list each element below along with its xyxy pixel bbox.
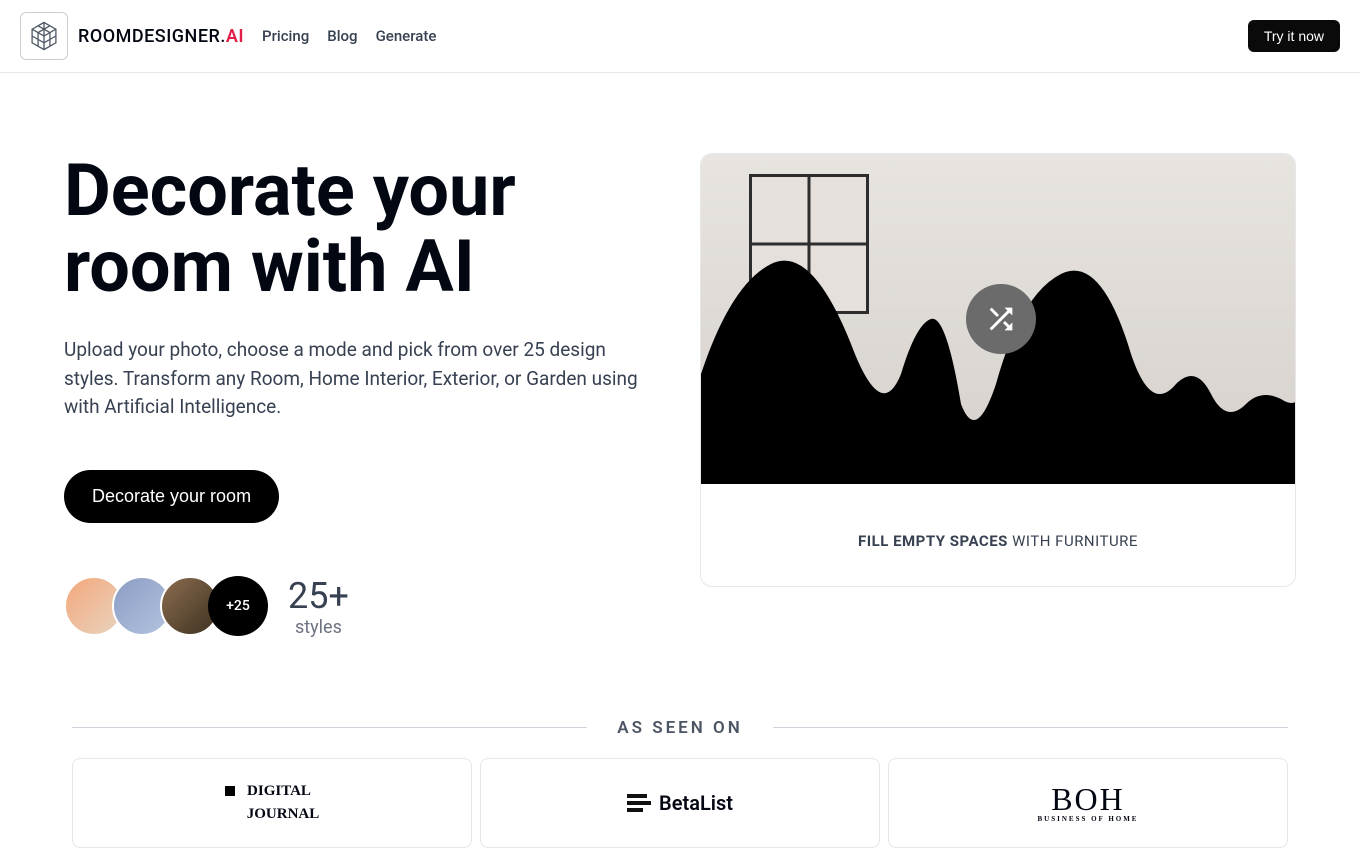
style-count-badge: +25 bbox=[208, 576, 268, 636]
nav-link-generate[interactable]: Generate bbox=[376, 27, 437, 45]
caption-bold: FILL EMPTY SPACES bbox=[858, 532, 1008, 550]
boh-logo: BOH BUSINESS OF HOME bbox=[1038, 783, 1139, 823]
style-avatars: +25 bbox=[64, 576, 268, 636]
hero-title: Decorate your room with AI bbox=[64, 153, 660, 304]
decorate-room-button[interactable]: Decorate your room bbox=[64, 470, 279, 523]
header-left: ROOMDESIGNER.AI Pricing Blog Generate bbox=[20, 12, 436, 60]
styles-number: 25+ bbox=[288, 575, 349, 617]
press-logos: DIGITAL JOURNAL BetaList BOH BUSINESS OF… bbox=[72, 758, 1288, 848]
digital-journal-logo: DIGITAL JOURNAL bbox=[225, 784, 320, 821]
styles-row: +25 25+ styles bbox=[64, 575, 660, 638]
preview-card: FILL EMPTY SPACES WITH FURNITURE bbox=[700, 153, 1296, 587]
nav-link-pricing[interactable]: Pricing bbox=[262, 27, 309, 45]
main-content: Decorate your room with AI Upload your p… bbox=[0, 73, 1360, 638]
caption-rest: WITH FURNITURE bbox=[1008, 532, 1138, 550]
try-it-now-button[interactable]: Try it now bbox=[1248, 20, 1340, 52]
as-seen-header: AS SEEN ON bbox=[72, 718, 1288, 738]
press-logo-card[interactable]: BOH BUSINESS OF HOME bbox=[888, 758, 1288, 848]
divider bbox=[773, 727, 1288, 728]
betalist-logo: BetaList bbox=[627, 791, 733, 815]
logo[interactable]: ROOMDESIGNER.AI bbox=[20, 12, 244, 60]
hero-description: Upload your photo, choose a mode and pic… bbox=[64, 336, 644, 422]
hero-right: FILL EMPTY SPACES WITH FURNITURE bbox=[700, 153, 1296, 638]
menu-icon bbox=[627, 794, 651, 812]
logo-icon bbox=[20, 12, 68, 60]
press-logo-card[interactable]: BetaList bbox=[480, 758, 880, 848]
site-header: ROOMDESIGNER.AI Pricing Blog Generate Tr… bbox=[0, 0, 1360, 73]
shuffle-icon bbox=[984, 302, 1018, 336]
mountains-graphic bbox=[701, 224, 1295, 484]
as-seen-title: AS SEEN ON bbox=[617, 718, 743, 738]
styles-text: 25+ styles bbox=[288, 575, 349, 638]
press-logo-card[interactable]: DIGITAL JOURNAL bbox=[72, 758, 472, 848]
logo-text: ROOMDESIGNER.AI bbox=[78, 26, 244, 47]
brand-suffix: AI bbox=[226, 26, 244, 47]
brand-name: ROOMDESIGNER. bbox=[78, 26, 226, 47]
divider bbox=[72, 727, 587, 728]
main-nav: Pricing Blog Generate bbox=[262, 27, 436, 45]
hero-left: Decorate your room with AI Upload your p… bbox=[64, 153, 660, 638]
nav-link-blog[interactable]: Blog bbox=[327, 27, 357, 45]
styles-label: styles bbox=[288, 617, 349, 638]
as-seen-section: AS SEEN ON DIGITAL JOURNAL BetaList BOH … bbox=[0, 718, 1360, 848]
preview-caption: FILL EMPTY SPACES WITH FURNITURE bbox=[701, 484, 1295, 586]
preview-image bbox=[701, 154, 1295, 484]
shuffle-button[interactable] bbox=[966, 284, 1036, 354]
